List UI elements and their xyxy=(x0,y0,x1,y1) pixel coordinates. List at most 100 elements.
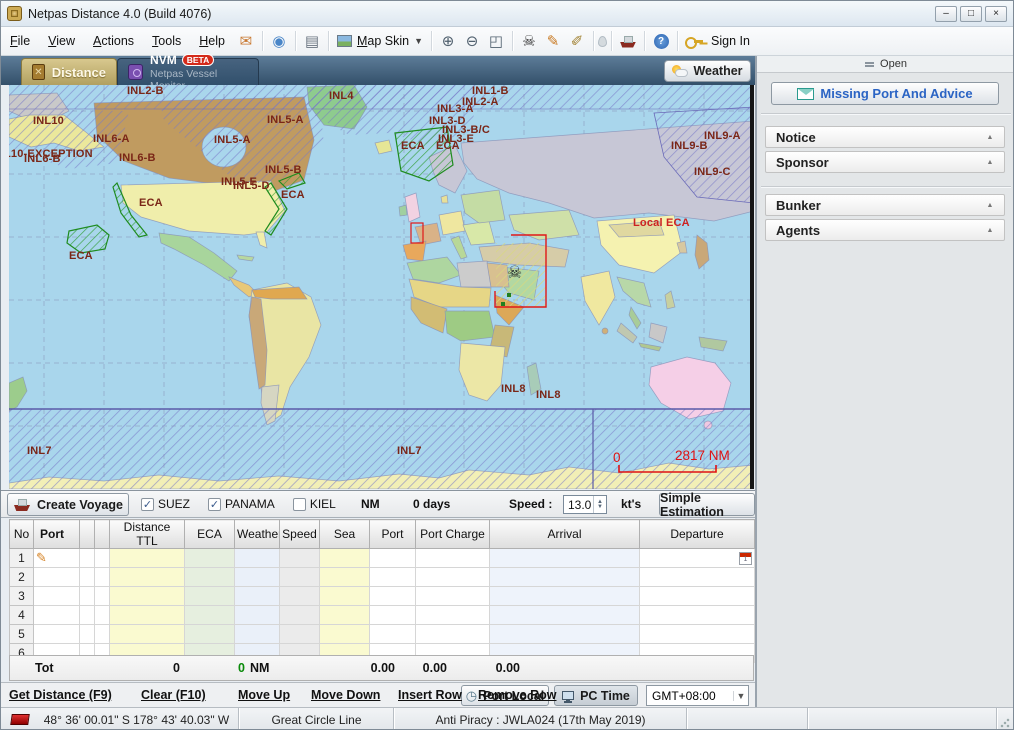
collapse-arrow-icon[interactable]: ▲ xyxy=(980,129,1000,145)
canal-checkbox-panama[interactable]: ✓PANAMA xyxy=(208,497,275,511)
envelope-icon xyxy=(797,88,814,100)
footer-link-4[interactable]: Move Down xyxy=(311,688,380,702)
cell xyxy=(370,549,416,568)
section-label: Bunker xyxy=(776,198,821,213)
cell xyxy=(235,549,280,568)
timezone-select[interactable]: GMT+08:00 ▼ xyxy=(646,685,749,706)
pencil-icon[interactable]: ✎ xyxy=(36,550,47,565)
zoom-in-icon[interactable]: ⊕ xyxy=(436,30,460,52)
cell[interactable] xyxy=(34,625,80,644)
canal-checkbox-kiel[interactable]: KIEL xyxy=(293,497,336,511)
cell[interactable] xyxy=(34,587,80,606)
minimize-icon[interactable]: – xyxy=(935,6,957,22)
total-label: Tot xyxy=(35,661,54,675)
missing-port-button[interactable]: Missing Port And Advice xyxy=(771,82,999,105)
zoom-out-icon[interactable]: ⊖ xyxy=(460,30,484,52)
spinner-arrows-icon[interactable]: ▲▼ xyxy=(593,496,606,513)
footer-link-1[interactable]: Get Distance (F9) xyxy=(9,688,112,702)
footer-link-5[interactable]: Insert Row xyxy=(398,688,462,702)
weather-button[interactable]: Weather xyxy=(664,60,751,82)
days-label: 0 days xyxy=(413,491,450,517)
speed-value[interactable]: 13.0 xyxy=(564,496,593,513)
drop-icon[interactable] xyxy=(598,36,607,47)
clock-icon: ◷ xyxy=(466,688,477,704)
tab-distance-label: Distance xyxy=(52,65,106,80)
speed-stepper[interactable]: 13.0 ▲▼ xyxy=(563,495,607,514)
column-header-Sea: Sea xyxy=(320,520,370,549)
cell xyxy=(320,606,370,625)
sidebar-section-agents[interactable]: Agents▲ xyxy=(765,219,1005,241)
scale-distance: 2817 NM xyxy=(675,448,730,463)
menu-view[interactable]: View xyxy=(39,30,84,52)
cell[interactable] xyxy=(34,568,80,587)
track-edit-icon[interactable]: ✎ xyxy=(541,30,565,52)
sign-in-button[interactable]: Sign In xyxy=(711,34,750,48)
maximize-icon[interactable]: □ xyxy=(960,6,982,22)
chevron-down-icon: ▼ xyxy=(414,36,423,46)
mail-icon[interactable]: ✉ xyxy=(234,30,258,52)
toolbar-separator xyxy=(328,31,329,51)
toolbar-separator xyxy=(512,31,513,51)
sidebar-section-sponsor[interactable]: Sponsor▲ xyxy=(765,151,1005,173)
weather-button-label: Weather xyxy=(693,64,742,78)
cell xyxy=(416,568,490,587)
menu-actions[interactable]: Actions xyxy=(84,30,143,52)
collapse-arrow-icon[interactable]: ▲ xyxy=(980,222,1000,238)
footer-links-row: ◷ Port Local PC Time GMT+08:00 ▼ Get Dis… xyxy=(1,682,757,707)
app-window: Netpas Distance 4.0 (Build 4076) –□× Fil… xyxy=(0,0,1014,730)
cell xyxy=(280,568,320,587)
menu-file[interactable]: File xyxy=(1,30,39,52)
world-map[interactable] xyxy=(9,85,754,489)
collapse-arrow-icon[interactable]: ▲ xyxy=(980,154,1000,170)
window-title: Netpas Distance 4.0 (Build 4076) xyxy=(28,7,211,21)
tab-nvm[interactable]: NVM BETA Netpas Vessel Monitor xyxy=(117,58,259,85)
footer-link-3[interactable]: Move Up xyxy=(238,688,290,702)
key-icon xyxy=(685,36,703,46)
create-voyage-label: Create Voyage xyxy=(37,498,123,512)
fullscreen-icon[interactable]: ◰ xyxy=(484,30,508,52)
help-icon[interactable]: ? xyxy=(649,30,673,52)
ship-icon xyxy=(13,498,31,511)
checkbox-icon[interactable] xyxy=(293,498,306,511)
cell[interactable] xyxy=(34,606,80,625)
checkbox-icon[interactable]: ✓ xyxy=(141,498,154,511)
tab-bar: Distance NVM BETA Netpas Vessel Monitor … xyxy=(1,56,757,85)
create-voyage-button[interactable]: Create Voyage xyxy=(7,493,129,516)
key-icon[interactable] xyxy=(682,30,706,52)
checkbox-icon[interactable]: ✓ xyxy=(208,498,221,511)
simple-estimation-button[interactable]: Simple Estimation xyxy=(659,493,755,516)
footer-link-6[interactable]: Remove Row xyxy=(478,688,557,702)
piracy-icon[interactable]: ☠ xyxy=(517,30,541,52)
menu-tools[interactable]: Tools xyxy=(143,30,190,52)
sidebar-section-notice[interactable]: Notice▲ xyxy=(765,126,1005,148)
pc-time-button[interactable]: PC Time xyxy=(554,685,638,706)
close-icon[interactable]: × xyxy=(985,6,1007,22)
sidebar-section-bunker[interactable]: Bunker ▲ xyxy=(765,194,1005,216)
status-coordinates: 48° 36' 00.01" S 178° 43' 40.03" W xyxy=(35,708,239,730)
resize-grip[interactable] xyxy=(1000,718,1010,728)
contacts-icon[interactable]: ◉ xyxy=(267,30,291,52)
nvm-tab-icon xyxy=(128,64,143,80)
map-skin-dropdown[interactable]: Map Skin▼ xyxy=(333,34,427,48)
canal-checkbox-suez[interactable]: ✓SUEZ xyxy=(141,497,190,511)
speed-unit-label: kt's xyxy=(621,491,641,517)
print-icon[interactable]: ▤ xyxy=(300,30,324,52)
map-zone-label: INL3-A xyxy=(437,103,474,115)
map-zone-label: ECA xyxy=(401,140,425,152)
cell xyxy=(280,587,320,606)
sidebar-open-header[interactable]: Open xyxy=(757,56,1014,73)
sidebar-divider xyxy=(761,113,1011,115)
measure-icon[interactable]: ✐ xyxy=(565,30,589,52)
missing-port-label: Missing Port And Advice xyxy=(820,86,972,101)
collapse-arrow-icon[interactable]: ▲ xyxy=(980,197,1000,213)
menu-help[interactable]: Help xyxy=(190,30,234,52)
piracy-skull-icon: ☠ xyxy=(507,263,522,283)
column-header-Departure: Departure xyxy=(640,520,755,549)
footer-link-2[interactable]: Clear (F10) xyxy=(141,688,206,702)
cell xyxy=(80,568,95,587)
tab-distance[interactable]: Distance xyxy=(21,58,117,85)
cell[interactable]: ✎ xyxy=(34,549,80,568)
voyage-ship-icon[interactable] xyxy=(616,30,640,52)
calendar-icon[interactable] xyxy=(739,552,752,565)
cell xyxy=(320,568,370,587)
